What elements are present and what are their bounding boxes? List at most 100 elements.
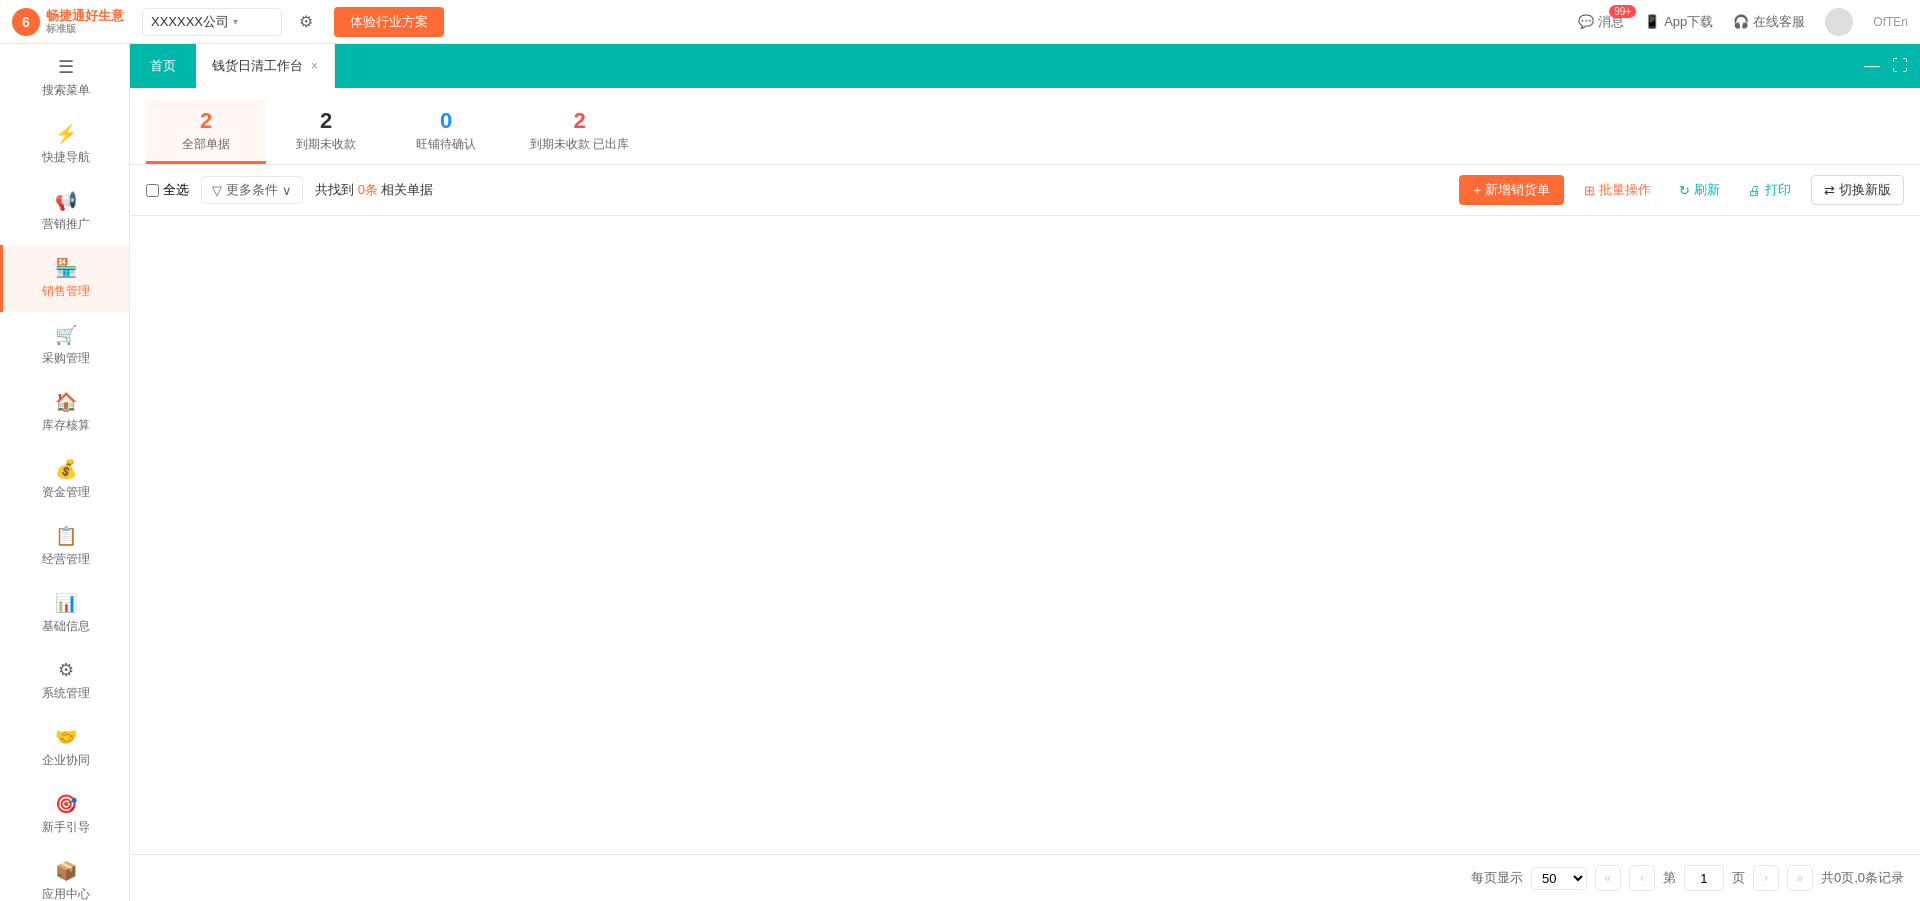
company-name: XXXXXX公司 [151,13,229,31]
online-service-label: 在线客服 [1753,13,1805,31]
tab-active[interactable]: 钱货日清工作台 × [196,44,335,88]
first-page-button[interactable]: « [1595,865,1621,891]
sidebar-item-label: 资金管理 [42,484,90,501]
next-page-button[interactable]: › [1753,865,1779,891]
switch-version-button[interactable]: ⇄ 切换新版 [1811,175,1904,205]
user-name[interactable]: OfTEn [1873,15,1908,29]
page-suffix: 页 [1732,869,1745,887]
tab-close-button[interactable]: × [311,59,318,73]
page-size-label: 每页显示 [1471,869,1523,887]
cooperation-icon: 🤝 [55,726,77,748]
stat-tab-all[interactable]: 2 全部单据 [146,100,266,164]
company-selector[interactable]: XXXXXX公司 ▾ [142,8,282,36]
select-all-checkbox[interactable]: 全选 [146,181,189,199]
page-size-select[interactable]: 50 20 100 [1531,867,1587,890]
stat-tab-shipped[interactable]: 2 到期未收款 已出库 [506,100,653,164]
sidebar-item-guide[interactable]: 🎯 新手引导 [0,781,129,848]
stat-label-shipped: 到期未收款 已出库 [530,136,629,153]
header-right: 💬 消息 99+ 📱 App下载 🎧 在线客服 OfTEn [1578,8,1908,36]
add-sale-button[interactable]: + 新增销货单 [1459,175,1564,205]
sales-icon: 🏪 [55,257,77,279]
stat-tab-wangpu[interactable]: 0 旺铺待确认 [386,100,506,164]
sidebar-item-quick-nav[interactable]: ⚡ 快捷导航 [0,111,129,178]
found-suffix: 相关单据 [381,182,433,197]
page-label: 第 [1663,869,1676,887]
sidebar-item-sales[interactable]: 🏪 销售管理 [0,245,129,312]
chevron-down-icon: ▾ [233,16,238,27]
basic-info-icon: 📊 [55,592,77,614]
logo-text: 畅捷通好生意 标准版 [46,8,124,36]
marketing-icon: 📢 [55,190,77,212]
sidebar-item-marketing[interactable]: 📢 营销推广 [0,178,129,245]
sidebar-item-purchase[interactable]: 🛒 采购管理 [0,312,129,379]
sidebar-item-inventory[interactable]: 🏠 库存核算 [0,379,129,446]
checkbox-input[interactable] [146,184,159,197]
sidebar-item-app-center[interactable]: 📦 应用中心 [0,848,129,901]
sidebar-item-label: 采购管理 [42,350,90,367]
page-total: 共0页,0条记录 [1821,869,1904,887]
found-prefix: 共找到 [315,182,354,197]
logo-icon: 6 [12,8,40,36]
message-badge: 99+ [1609,5,1636,18]
stat-num-all: 2 [200,108,212,134]
app-center-icon: 📦 [55,860,77,882]
system-icon: ⚙ [58,659,74,681]
main-layout: ☰ 搜索菜单 ⚡ 快捷导航 📢 营销推广 🏪 销售管理 🛒 采购管理 🏠 库存核… [0,44,1920,901]
sidebar-item-label: 销售管理 [42,283,90,300]
tab-maximize-button[interactable]: ⛶ [1888,53,1912,79]
sidebar-item-finance[interactable]: 💰 资金管理 [0,446,129,513]
batch-button[interactable]: ⊞ 批量操作 [1576,177,1659,203]
tab-home[interactable]: 首页 [130,44,196,88]
quick-nav-icon: ⚡ [55,123,77,145]
content-area: 首页 钱货日清工作台 × — ⛶ 2 全部单据 2 到期未收款 [130,44,1920,901]
top-header: 6 畅捷通好生意 标准版 XXXXXX公司 ▾ ⚙ 体验行业方案 💬 消息 99… [0,0,1920,44]
headset-icon: 🎧 [1733,14,1749,29]
sidebar-item-cooperation[interactable]: 🤝 企业协同 [0,714,129,781]
toolbar: 全选 ▽ 更多条件 ∨ 共找到 0条 相关单据 + 新增销货单 [130,165,1920,216]
stat-num-shipped: 2 [574,108,586,134]
page-content: 2 全部单据 2 到期未收款 0 旺铺待确认 2 到期未收款 已出库 [130,88,1920,901]
filter-label: 更多条件 [226,181,278,199]
sidebar-item-operations[interactable]: 📋 经营管理 [0,513,129,580]
tab-bar: 首页 钱货日清工作台 × — ⛶ [130,44,1920,88]
search-menu-icon: ☰ [58,56,74,78]
sidebar: ☰ 搜索菜单 ⚡ 快捷导航 📢 营销推广 🏪 销售管理 🛒 采购管理 🏠 库存核… [0,44,130,901]
stats-tabs: 2 全部单据 2 到期未收款 0 旺铺待确认 2 到期未收款 已出库 [130,88,1920,165]
table-area [130,216,1920,854]
stat-label-all: 全部单据 [182,136,230,153]
filter-icon: ▽ [212,183,222,198]
tab-label: 钱货日清工作台 [212,57,303,75]
sidebar-item-label: 快捷导航 [42,149,90,166]
refresh-label: 刷新 [1694,181,1720,199]
settings-button[interactable]: ⚙ [290,6,322,38]
sidebar-item-basic-info[interactable]: 📊 基础信息 [0,580,129,647]
sidebar-item-label: 应用中心 [42,886,90,901]
refresh-button[interactable]: ↻ 刷新 [1671,177,1728,203]
sidebar-item-label: 基础信息 [42,618,90,635]
stat-tab-overdue[interactable]: 2 到期未收款 [266,100,386,164]
print-button[interactable]: 🖨 打印 [1740,177,1799,203]
stat-num-wangpu: 0 [440,108,452,134]
message-button[interactable]: 💬 消息 99+ [1578,13,1624,31]
pagination: 每页显示 50 20 100 « ‹ 第 页 › » 共0页,0条记录 [130,854,1920,901]
app-download-icon: 📱 [1644,14,1660,29]
last-page-button[interactable]: » [1787,865,1813,891]
sidebar-item-label: 搜索菜单 [42,82,90,99]
message-icon: 💬 [1578,14,1594,29]
filter-button[interactable]: ▽ 更多条件 ∨ [201,176,303,204]
sidebar-item-system[interactable]: ⚙ 系统管理 [0,647,129,714]
batch-icon: ⊞ [1584,183,1595,198]
logo-main: 畅捷通好生意 [46,8,124,24]
refresh-icon: ↻ [1679,183,1690,198]
avatar[interactable] [1825,8,1853,36]
tab-minimize-button[interactable]: — [1860,53,1884,79]
sidebar-item-label: 新手引导 [42,819,90,836]
print-label: 打印 [1765,181,1791,199]
finance-icon: 💰 [55,458,77,480]
page-input[interactable] [1684,865,1724,891]
prev-page-button[interactable]: ‹ [1629,865,1655,891]
online-service-button[interactable]: 🎧 在线客服 [1733,13,1805,31]
sidebar-item-search-menu[interactable]: ☰ 搜索菜单 [0,44,129,111]
app-download-button[interactable]: 📱 App下载 [1644,13,1713,31]
trial-button[interactable]: 体验行业方案 [334,7,444,37]
